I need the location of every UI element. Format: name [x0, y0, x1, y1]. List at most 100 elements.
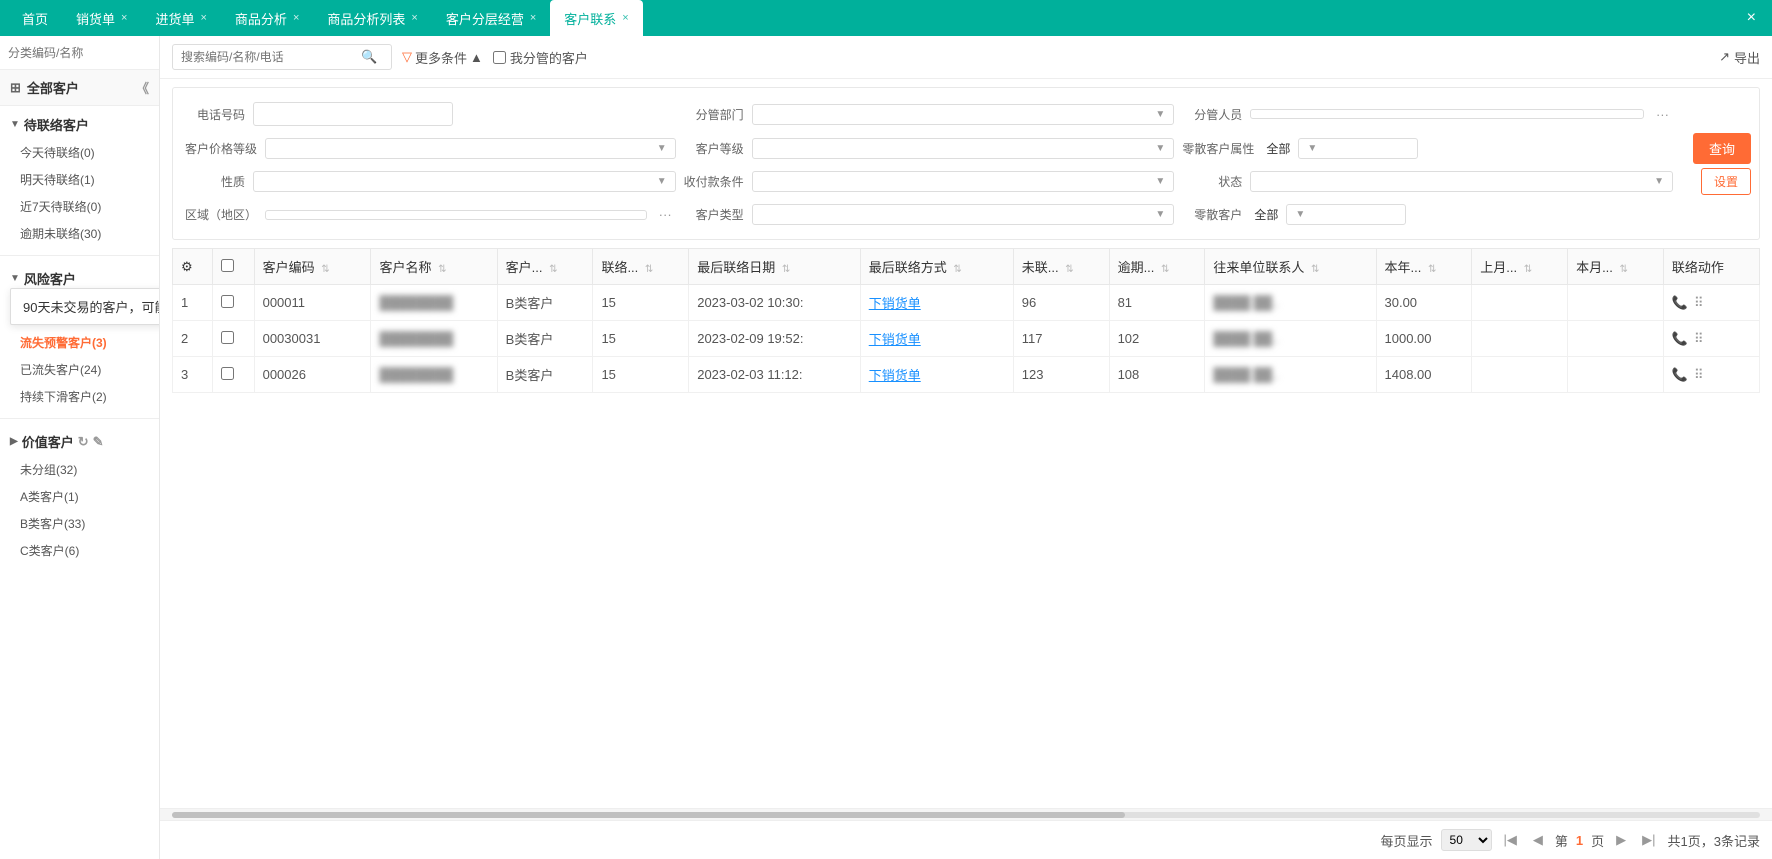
nav-sales[interactable]: 销货单 ×	[62, 0, 141, 36]
sidebar-item-class-a[interactable]: A类客户(1)	[0, 483, 159, 510]
total-info: 共1页，3条记录	[1668, 831, 1760, 850]
page-nav-first[interactable]: |◀	[1500, 830, 1521, 850]
nature-select[interactable]: ▼	[253, 171, 676, 192]
my-customers-checkbox[interactable]	[493, 51, 506, 64]
row-last-method[interactable]: 下销货单	[860, 357, 1013, 393]
search-icon[interactable]: 🔍	[361, 49, 377, 65]
filter-status: 状态 ▼	[1182, 171, 1673, 192]
last-method-link[interactable]: 下销货单	[869, 368, 921, 383]
region-dots-button[interactable]: ···	[655, 207, 676, 222]
close-product-analysis-list-tab[interactable]: ×	[411, 12, 417, 24]
row-checkbox[interactable]	[212, 321, 254, 357]
sidebar-item-churned[interactable]: 已流失客户(24)	[0, 356, 159, 383]
close-customer-contact-tab[interactable]: ×	[622, 12, 628, 24]
department-select[interactable]: ▼	[752, 104, 1175, 125]
close-customer-segmentation-tab[interactable]: ×	[530, 12, 536, 24]
price-grade-label: 客户价格等级	[185, 140, 257, 157]
row-select-checkbox[interactable]	[221, 367, 234, 380]
sidebar-group-pending-title[interactable]: ▼ 待联络客户	[0, 110, 159, 139]
col-name[interactable]: 客户名称 ⇅	[371, 249, 497, 285]
page-nav-next[interactable]: ▶	[1612, 830, 1630, 850]
col-uncontacted[interactable]: 未联... ⇅	[1013, 249, 1109, 285]
sidebar-group-value-title[interactable]: ▶ 价值客户 ↻ ✎	[0, 427, 159, 456]
col-code[interactable]: 客户编码 ⇅	[254, 249, 371, 285]
settings-button[interactable]: 设置	[1701, 168, 1751, 195]
row-checkbox[interactable]	[212, 285, 254, 321]
sidebar-item-7days-contact[interactable]: 近7天待联络(0)	[0, 193, 159, 220]
category-search-input[interactable]	[8, 46, 160, 60]
nav-customer-contact[interactable]: 客户联系 ×	[550, 0, 642, 36]
manager-select[interactable]	[1250, 109, 1644, 119]
col-last-date[interactable]: 最后联络日期 ⇅	[689, 249, 861, 285]
action-more-icon[interactable]: ⠿	[1694, 295, 1704, 311]
sidebar-item-churn-warning[interactable]: 流失预警客户(3)	[0, 329, 159, 356]
manager-dots-button[interactable]: ···	[1652, 107, 1673, 122]
row-last-month	[1472, 357, 1568, 393]
nav-home[interactable]: 首页	[8, 0, 62, 36]
export-button[interactable]: ↗ 导出	[1719, 48, 1760, 67]
customer-grade-select[interactable]: ▼	[752, 138, 1175, 159]
status-select[interactable]: ▼	[1250, 171, 1673, 192]
edit-icon[interactable]: ✎	[93, 434, 104, 450]
row-select-checkbox[interactable]	[221, 331, 234, 344]
per-page-select[interactable]: 50 100 200	[1441, 829, 1492, 851]
nav-product-analysis[interactable]: 商品分析 ×	[221, 0, 313, 36]
sidebar-item-declining[interactable]: 持续下滑客户(2)	[0, 383, 159, 410]
chevron-down-icon-3: ▼	[1155, 143, 1165, 154]
col-last-month[interactable]: 上月... ⇅	[1472, 249, 1568, 285]
phone-input[interactable]	[253, 102, 453, 126]
sidebar-item-class-b[interactable]: B类客户(33)	[0, 510, 159, 537]
page-nav-prev[interactable]: ◀	[1529, 830, 1547, 850]
select-all-checkbox[interactable]	[221, 259, 234, 272]
col-contact[interactable]: 联络... ⇅	[593, 249, 689, 285]
last-method-link[interactable]: 下销货单	[869, 296, 921, 311]
nav-customer-segmentation[interactable]: 客户分层经营 ×	[432, 0, 550, 36]
close-purchase-tab[interactable]: ×	[200, 12, 206, 24]
col-last-method[interactable]: 最后联络方式 ⇅	[860, 249, 1013, 285]
customer-type-select[interactable]: ▼	[752, 204, 1175, 225]
sidebar-item-today-contact[interactable]: 今天待联络(0)	[0, 139, 159, 166]
col-this-month[interactable]: 本月... ⇅	[1568, 249, 1664, 285]
payment-select[interactable]: ▼	[752, 171, 1175, 192]
action-more-icon[interactable]: ⠿	[1694, 331, 1704, 347]
region-select[interactable]	[265, 210, 647, 220]
row-last-method[interactable]: 下销货单	[860, 321, 1013, 357]
horizontal-scrollbar[interactable]	[160, 808, 1772, 820]
col-settings[interactable]: ⚙	[173, 249, 213, 285]
action-phone-icon[interactable]: 📞	[1672, 331, 1688, 347]
action-more-icon[interactable]: ⠿	[1694, 367, 1704, 383]
arrow-down-icon-2: ▼	[10, 273, 20, 284]
col-contact-person[interactable]: 往来单位联系人 ⇅	[1205, 249, 1376, 285]
more-filter-button[interactable]: ▽ 更多条件 ▲	[402, 48, 483, 67]
row-last-method[interactable]: 下销货单	[860, 285, 1013, 321]
close-sales-tab[interactable]: ×	[121, 12, 127, 24]
action-phone-icon[interactable]: 📞	[1672, 367, 1688, 383]
search-input[interactable]	[181, 50, 361, 64]
retail-attr-select[interactable]: ▼	[1298, 138, 1418, 159]
sidebar-item-tomorrow-contact[interactable]: 明天待联络(1)	[0, 166, 159, 193]
nav-product-analysis-list[interactable]: 商品分析列表 ×	[313, 0, 431, 36]
query-button[interactable]: 查询	[1693, 133, 1751, 164]
row-select-checkbox[interactable]	[221, 295, 234, 308]
window-close-button[interactable]: ×	[1739, 9, 1764, 27]
col-checkbox[interactable]	[212, 249, 254, 285]
col-type[interactable]: 客户... ⇅	[497, 249, 593, 285]
last-method-link[interactable]: 下销货单	[869, 332, 921, 347]
chevron-up-icon: ▲	[470, 50, 483, 65]
col-this-year[interactable]: 本年... ⇅	[1376, 249, 1472, 285]
col-overdue[interactable]: 逾期... ⇅	[1109, 249, 1205, 285]
nav-purchase[interactable]: 进货单 ×	[141, 0, 220, 36]
sidebar-item-overdue-contact[interactable]: 逾期未联络(30)	[0, 220, 159, 247]
page-nav-last[interactable]: ▶|	[1638, 830, 1659, 850]
sidebar-item-class-c[interactable]: C类客户(6)	[0, 537, 159, 564]
action-phone-icon[interactable]: 📞	[1672, 295, 1688, 311]
sidebar-item-ungrouped[interactable]: 未分组(32)	[0, 456, 159, 483]
sidebar-all-customers-header[interactable]: ⊞ 全部客户 《	[0, 70, 159, 106]
row-checkbox[interactable]	[212, 357, 254, 393]
price-grade-select[interactable]: ▼	[265, 138, 676, 159]
refresh-icon[interactable]: ↻	[78, 434, 89, 450]
retail-customer-select[interactable]: ▼	[1286, 204, 1406, 225]
close-product-analysis-tab[interactable]: ×	[293, 12, 299, 24]
retail-attr-value: 全部	[1266, 140, 1290, 157]
collapse-sidebar-icon[interactable]: 《	[136, 78, 149, 97]
